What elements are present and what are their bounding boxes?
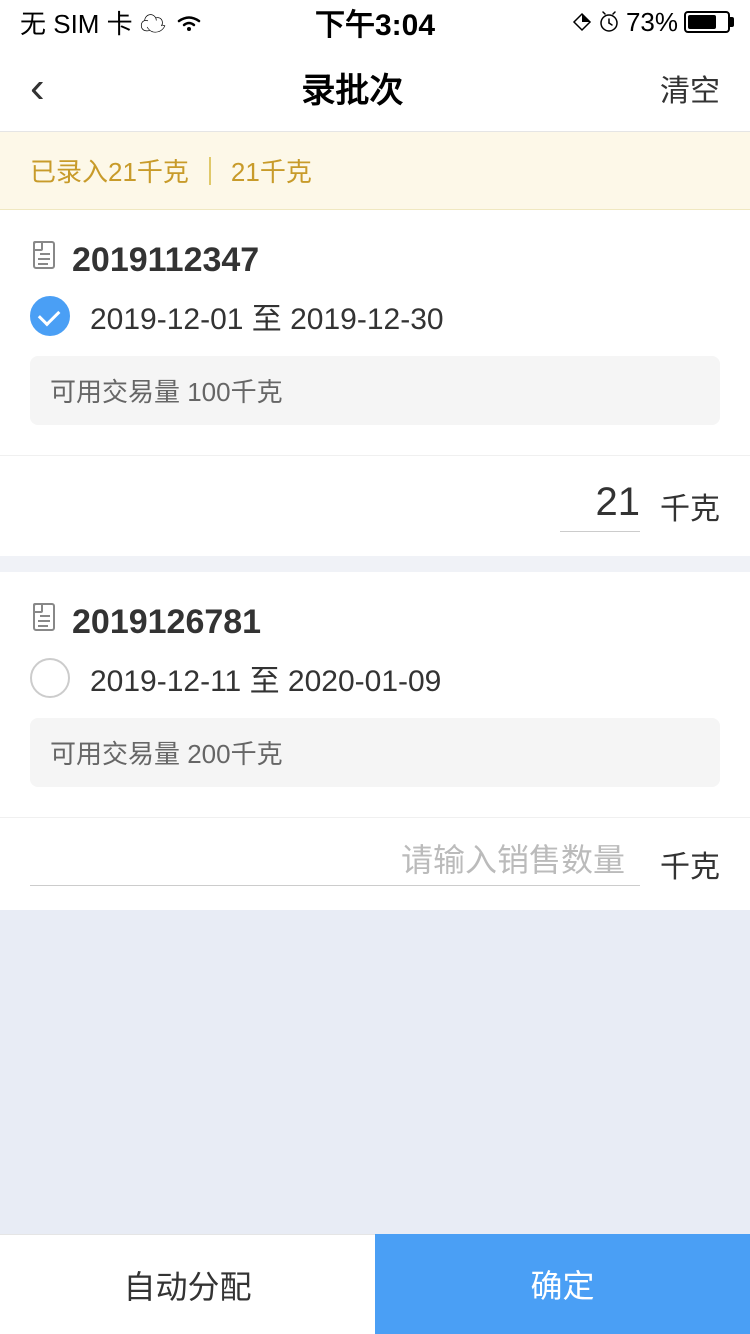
batch-1-qty-value: 21 [560,480,640,532]
section-divider-1 [0,556,750,572]
batch-2-radio[interactable] [30,658,70,698]
info-divider [209,157,211,185]
batch-1-qty-row: 21 千克 [0,455,750,556]
recorded-label: 已录入21千克 [30,152,189,189]
status-right: 73% [572,7,730,38]
confirm-button[interactable]: 确定 [375,1234,750,1334]
batch-1-radio[interactable] [30,296,70,336]
wifi-icon [174,11,204,33]
batch-2-qty-input[interactable] [30,842,640,886]
bottom-bar: 自动分配 确定 [0,1234,750,1334]
batch-2-header: 2019126781 [30,602,720,642]
status-time: 下午3:04 [315,0,435,44]
batch-1-header: 2019112347 [30,240,720,280]
status-left: 无 SIM 卡 ☁ [20,4,204,41]
page-title: 录批次 [301,63,403,112]
batch-2-date-row[interactable]: 2019-12-11 至 2020-01-09 [30,656,720,700]
batch-1-icon [30,240,62,280]
batch-2-input-row: 千克 [0,817,750,910]
batch-2-date: 2019-12-11 至 2020-01-09 [90,656,441,700]
batch-1-available: 可用交易量 100千克 [30,356,720,425]
total-label: 21千克 [231,152,312,189]
location-icon [572,12,592,32]
batch-2-unit: 千克 [660,842,720,886]
info-banner: 已录入21千克 21千克 [0,132,750,210]
batch-1-date: 2019-12-01 至 2019-12-30 [90,294,444,338]
batch-2-icon [30,602,62,642]
auto-distribute-button[interactable]: 自动分配 [0,1234,375,1334]
sim-label: 无 SIM 卡 ☁ [20,4,166,41]
batch-1-qty-number: 21 [596,480,641,524]
battery-percent: 73% [626,7,678,38]
batch-1-date-row[interactable]: 2019-12-01 至 2019-12-30 [30,294,720,338]
back-button[interactable]: ‹ [30,63,45,113]
nav-bar: ‹ 录批次 清空 [0,44,750,132]
document-icon-2 [30,602,62,634]
batch-2-card: 2019126781 2019-12-11 至 2020-01-09 可用交易量… [0,572,750,817]
clear-button[interactable]: 清空 [660,66,720,110]
batch-2-available: 可用交易量 200千克 [30,718,720,787]
batch-1-id: 2019112347 [72,241,259,280]
batch-1-card: 2019112347 2019-12-01 至 2019-12-30 可用交易量… [0,210,750,455]
document-icon [30,240,62,272]
alarm-icon [598,11,620,33]
batch-1-qty-unit: 千克 [660,484,720,528]
status-bar: 无 SIM 卡 ☁ 下午3:04 73% [0,0,750,44]
empty-area [0,910,750,1290]
batch-2-id: 2019126781 [72,603,261,642]
battery-icon [684,11,730,33]
